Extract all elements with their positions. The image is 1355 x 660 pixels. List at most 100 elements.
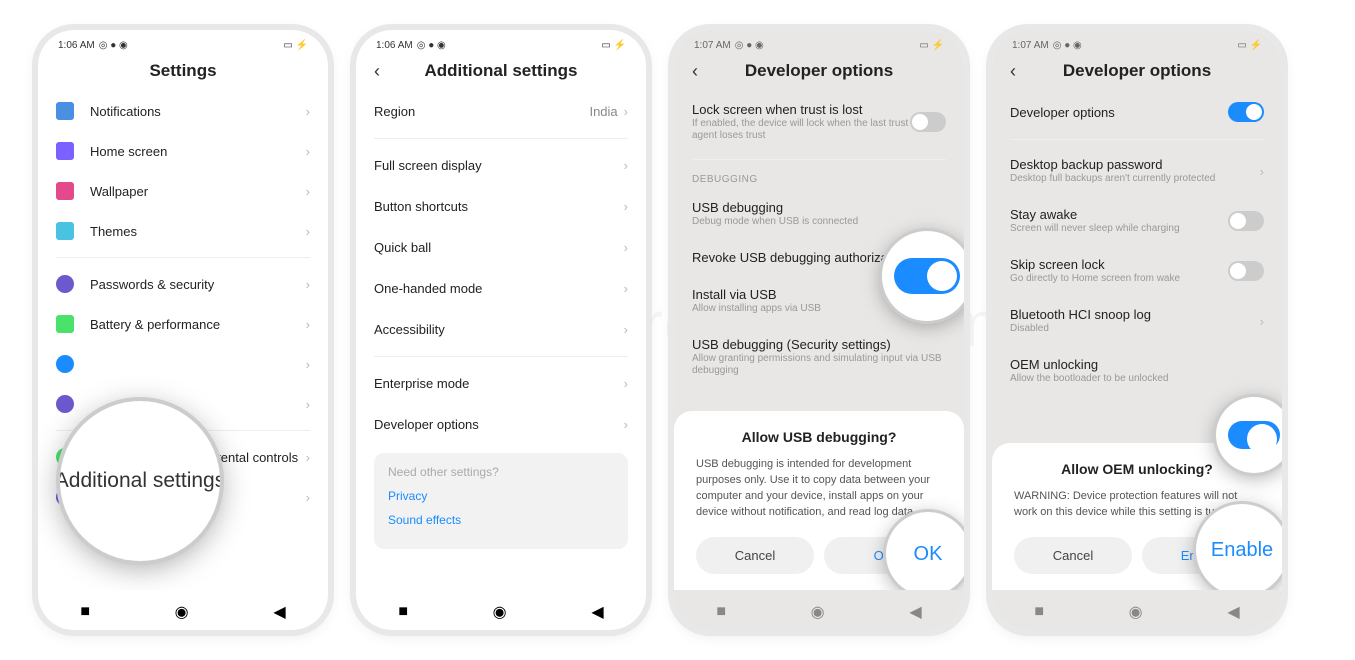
nav-back-button[interactable]: ◀ xyxy=(591,602,603,622)
battery-icon: ▭ ⚡ xyxy=(919,40,944,51)
settings-row-devopts[interactable]: Developer options xyxy=(1010,91,1264,133)
notifications-icon xyxy=(56,102,74,120)
settings-row-home[interactable]: Home screen› xyxy=(56,131,310,171)
settings-row-wallpaper[interactable]: Wallpaper› xyxy=(56,171,310,211)
status-bar: 1:07 AM ◎ ● ◉ ▭ ⚡ xyxy=(992,30,1282,55)
row-label: Enterprise mode xyxy=(374,376,624,391)
navbar: ■ ◉ ◀ xyxy=(674,590,964,630)
phone-settings: 1:06 AM ◎ ● ◉ ▭ ⚡ Settings Notifications… xyxy=(38,30,328,630)
row-label: Accessibility xyxy=(374,322,624,337)
row-label: Desktop backup password xyxy=(1010,157,1260,172)
phone-body: Notifications› Home screen› Wallpaper› T… xyxy=(38,91,328,590)
back-button[interactable]: ‹ xyxy=(374,61,380,82)
phone-body: Developer options Desktop backup passwor… xyxy=(992,91,1282,590)
row-label: USB debugging xyxy=(692,200,946,215)
battery-icon: ▭ ⚡ xyxy=(601,40,626,51)
gear-icon xyxy=(56,355,74,373)
row-sub: Go directly to Home screen from wake xyxy=(1010,273,1228,285)
status-bar: 1:07 AM ◎ ● ◉ ▭ ⚡ xyxy=(674,30,964,55)
settings-row-usb-debug[interactable]: USB debuggingDebug mode when USB is conn… xyxy=(692,189,946,239)
row-value: India xyxy=(589,104,617,119)
header: ‹ Additional settings xyxy=(356,55,646,91)
dialog-title: Allow USB debugging? xyxy=(696,429,942,445)
settings-row-enterprise[interactable]: Enterprise mode› xyxy=(374,363,628,404)
divider xyxy=(374,356,628,357)
chevron-right-icon: › xyxy=(624,281,628,296)
settings-row-accessibility[interactable]: Accessibility› xyxy=(374,309,628,350)
settings-row-quickball[interactable]: Quick ball› xyxy=(374,227,628,268)
divider xyxy=(1010,139,1264,140)
nav-recent-button[interactable]: ■ xyxy=(1034,603,1044,621)
row-sub: Screen will never sleep while charging xyxy=(1010,223,1228,235)
nav-home-button[interactable]: ◉ xyxy=(1129,602,1143,622)
nav-back-button[interactable]: ◀ xyxy=(273,602,285,622)
back-button[interactable]: ‹ xyxy=(1010,61,1016,82)
row-label: Stay awake xyxy=(1010,207,1228,222)
back-button[interactable]: ‹ xyxy=(692,61,698,82)
chevron-right-icon: › xyxy=(306,224,310,239)
nav-back-button[interactable]: ◀ xyxy=(1227,602,1239,622)
toggle-off[interactable] xyxy=(910,112,946,132)
settings-row-passwords[interactable]: Passwords & security› xyxy=(56,264,310,304)
row-label: Button shortcuts xyxy=(374,199,624,214)
row-sub: Debug mode when USB is connected xyxy=(692,216,946,228)
settings-row-notifications[interactable]: Notifications› xyxy=(56,91,310,131)
phone-usb-debugging: 1:07 AM ◎ ● ◉ ▭ ⚡ ‹ Developer options Lo… xyxy=(674,30,964,630)
settings-row-oem[interactable]: OEM unlockingAllow the bootloader to be … xyxy=(1010,346,1264,396)
dialog-body: USB debugging is intended for developmen… xyxy=(696,457,942,521)
settings-row-fullscreen[interactable]: Full screen display› xyxy=(374,145,628,186)
nav-home-button[interactable]: ◉ xyxy=(175,602,189,622)
phone-row: 1:06 AM ◎ ● ◉ ▭ ⚡ Settings Notifications… xyxy=(0,0,1355,660)
row-label xyxy=(90,357,306,372)
settings-row-hidden1[interactable]: › xyxy=(56,344,310,384)
toggle-developer-on[interactable] xyxy=(1228,102,1264,122)
settings-row-stayawake[interactable]: Stay awakeScreen will never sleep while … xyxy=(1010,196,1264,246)
row-sub: Desktop full backups aren't currently pr… xyxy=(1010,173,1260,185)
battery-icon: ▭ ⚡ xyxy=(1237,40,1262,51)
magnify-ok: OK xyxy=(886,512,964,590)
settings-row-region[interactable]: RegionIndia› xyxy=(374,91,628,132)
settings-row-lockscreen[interactable]: Lock screen when trust is lostIf enabled… xyxy=(692,91,946,153)
phone-body: Lock screen when trust is lostIf enabled… xyxy=(674,91,964,590)
chevron-right-icon: › xyxy=(1260,164,1264,179)
settings-row-battery[interactable]: Battery & performance› xyxy=(56,304,310,344)
wallpaper-icon xyxy=(56,182,74,200)
nav-recent-button[interactable]: ■ xyxy=(80,603,90,621)
nav-home-button[interactable]: ◉ xyxy=(493,602,507,622)
row-label: Developer options xyxy=(1010,105,1228,120)
cancel-button[interactable]: Cancel xyxy=(696,537,814,574)
page-title: Developer options xyxy=(1010,61,1264,81)
row-label: Themes xyxy=(90,224,306,239)
nav-recent-button[interactable]: ■ xyxy=(716,603,726,621)
settings-row-bthci[interactable]: Bluetooth HCI snoop logDisabled› xyxy=(1010,296,1264,346)
phone-body: RegionIndia› Full screen display› Button… xyxy=(356,91,646,590)
need-link-sound[interactable]: Sound effects xyxy=(388,513,614,527)
status-bar: 1:06 AM ◎ ● ◉ ▭ ⚡ xyxy=(356,30,646,55)
settings-row-skiplock[interactable]: Skip screen lockGo directly to Home scre… xyxy=(1010,246,1264,296)
nav-back-button[interactable]: ◀ xyxy=(909,602,921,622)
row-label: Home screen xyxy=(90,144,306,159)
settings-row-usb-security[interactable]: USB debugging (Security settings)Allow g… xyxy=(692,326,946,388)
settings-row-onehanded[interactable]: One-handed mode› xyxy=(374,268,628,309)
settings-row-backup[interactable]: Desktop backup passwordDesktop full back… xyxy=(1010,146,1264,196)
divider xyxy=(374,138,628,139)
divider xyxy=(692,159,946,160)
themes-icon xyxy=(56,222,74,240)
settings-row-shortcuts[interactable]: Button shortcuts› xyxy=(374,186,628,227)
header: ‹ Developer options xyxy=(674,55,964,91)
row-sub: Disabled xyxy=(1010,323,1260,335)
status-time: 1:07 AM xyxy=(694,40,731,51)
cancel-button[interactable]: Cancel xyxy=(1014,537,1132,574)
nav-recent-button[interactable]: ■ xyxy=(398,603,408,621)
settings-row-developer[interactable]: Developer options› xyxy=(374,404,628,445)
navbar: ■ ◉ ◀ xyxy=(356,590,646,630)
toggle-skip-lock[interactable] xyxy=(1228,261,1264,281)
nav-home-button[interactable]: ◉ xyxy=(811,602,825,622)
need-link-privacy[interactable]: Privacy xyxy=(388,489,614,503)
toggle-stay-awake[interactable] xyxy=(1228,211,1264,231)
page-title: Additional settings xyxy=(374,61,628,81)
row-label: Developer options xyxy=(374,417,624,432)
settings-row-themes[interactable]: Themes› xyxy=(56,211,310,251)
status-icon: ◎ ● ◉ xyxy=(1053,40,1082,51)
magnify-enable-text: Enable xyxy=(1211,539,1273,562)
